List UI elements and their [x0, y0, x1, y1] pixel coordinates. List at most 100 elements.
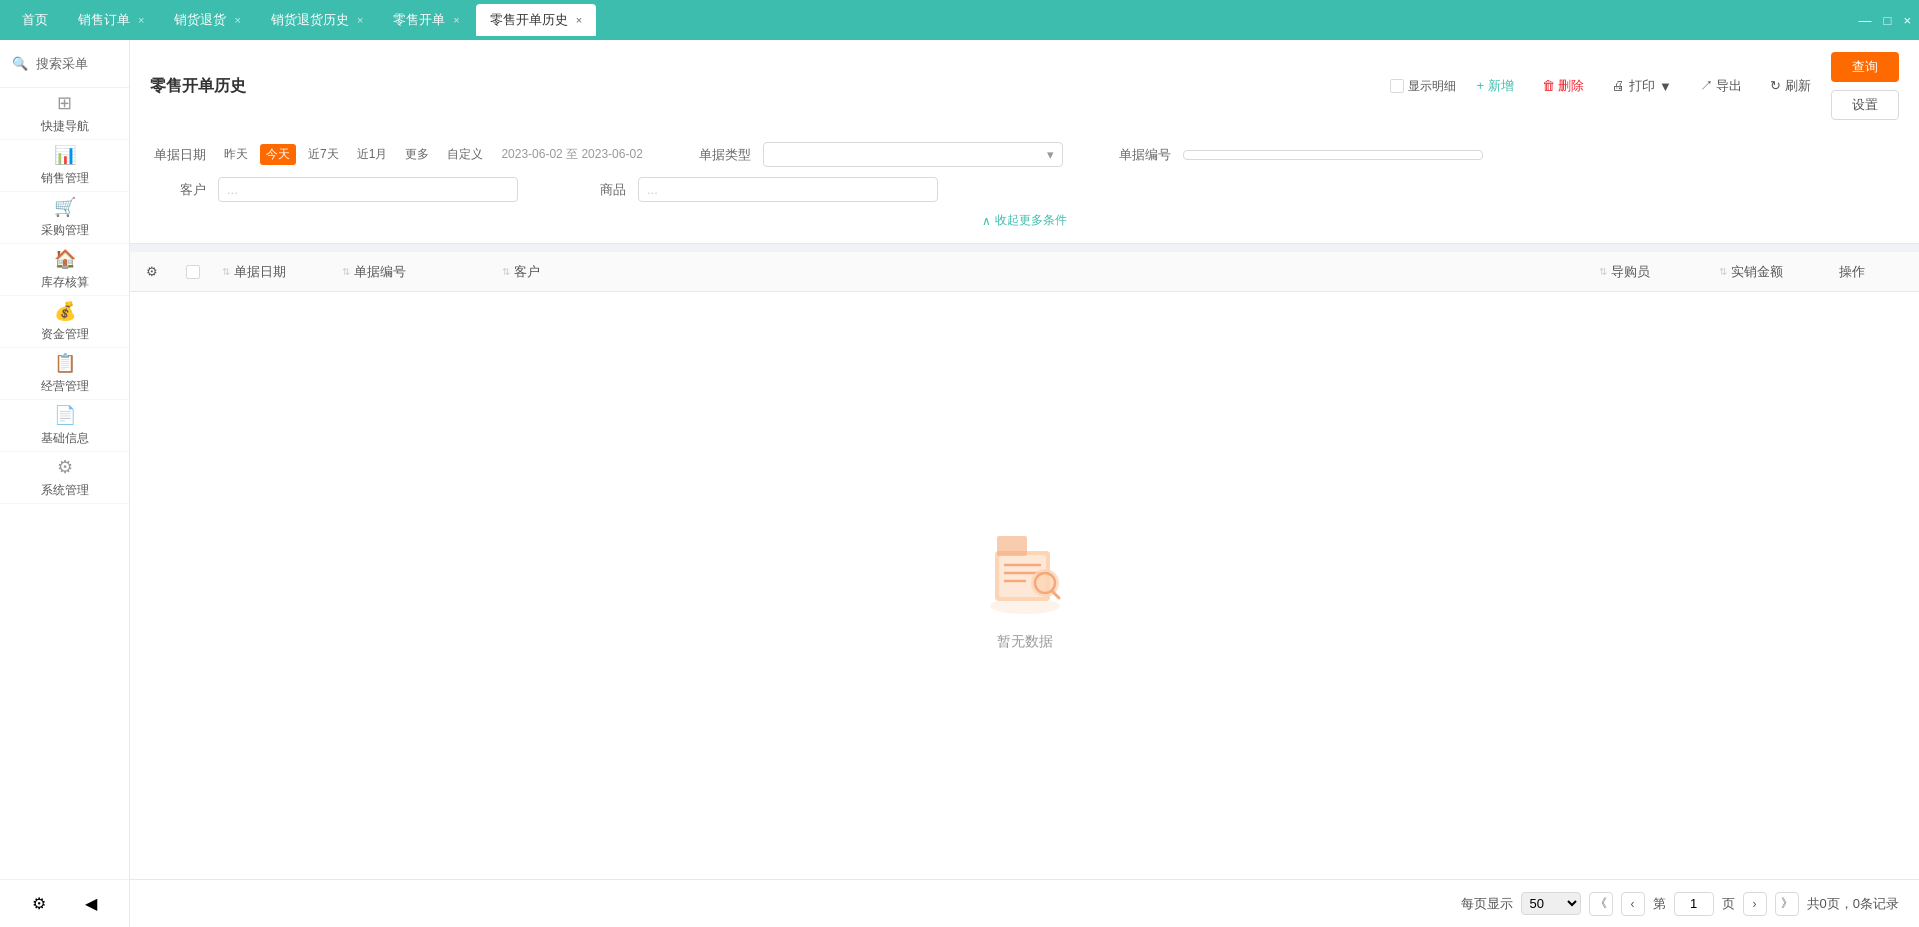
tab-home[interactable]: 首页 [8, 4, 62, 36]
export-button[interactable]: ↗ 导出 [1692, 73, 1751, 99]
top-bar: 首页 销售订单 × 销货退货 × 销货退货历史 × 零售开单 × 零售开单历史 … [0, 0, 1919, 40]
display-detail-checkbox[interactable] [1390, 79, 1404, 93]
col-date-sort-icon[interactable]: ⇅ [222, 266, 230, 277]
settings-button[interactable]: 设置 [1831, 90, 1899, 120]
empty-state: 暂无数据 [130, 292, 1919, 879]
date-btn-custom[interactable]: 自定义 [441, 144, 489, 165]
collapse-arrow-icon: ∧ [982, 214, 991, 228]
minimize-btn[interactable]: — [1859, 13, 1872, 28]
sidebar-search[interactable]: 🔍 搜索采单 [0, 40, 129, 88]
pagination-bar: 每页显示 50 10 20 100 《 ‹ 第 页 › 》 共0页，0条记录 [130, 879, 1919, 927]
sidebar-item-inventory[interactable]: 🏠 库存核算 [0, 244, 129, 296]
select-all-checkbox[interactable] [186, 265, 200, 279]
col-order-no-sort-icon[interactable]: ⇅ [342, 266, 350, 277]
close-tab-retail-open-history[interactable]: × [576, 14, 582, 26]
column-settings-icon[interactable]: ⚙ [146, 264, 158, 279]
close-tab-sales-return[interactable]: × [234, 14, 240, 26]
sidebar-item-label: 库存核算 [41, 274, 89, 291]
date-btn-yesterday[interactable]: 昨天 [218, 144, 254, 165]
date-btn-7days[interactable]: 近7天 [302, 144, 345, 165]
date-range-display: 2023-06-02 至 2023-06-02 [501, 146, 642, 163]
empty-text: 暂无数据 [997, 633, 1053, 651]
sidebar-item-purchase-mgmt[interactable]: 🛒 采购管理 [0, 192, 129, 244]
col-customer: ⇅ 客户 [494, 263, 1591, 281]
page-label: 第 [1653, 895, 1666, 913]
sidebar-item-label: 系统管理 [41, 482, 89, 499]
sidebar-item-sys-mgmt[interactable]: ⚙ 系统管理 [0, 452, 129, 504]
col-ops-label: 操作 [1839, 263, 1865, 281]
maximize-btn[interactable]: □ [1884, 13, 1892, 28]
basic-info-icon: 📄 [54, 404, 76, 426]
svg-rect-9 [997, 536, 1027, 556]
date-btn-more[interactable]: 更多 [399, 144, 435, 165]
col-ops: 操作 [1831, 263, 1911, 281]
per-page-select[interactable]: 50 10 20 100 [1521, 892, 1581, 915]
tab-retail-open-history[interactable]: 零售开单历史 × [476, 4, 596, 36]
sidebar-item-label: 资金管理 [41, 326, 89, 343]
bill-type-label: 单据类型 [695, 146, 751, 164]
tab-bar: 首页 销售订单 × 销货退货 × 销货退货历史 × 零售开单 × 零售开单历史 … [8, 4, 1859, 36]
date-filter-label: 单据日期 [150, 146, 206, 164]
customer-label: 客户 [150, 181, 206, 199]
col-guide-sort-icon[interactable]: ⇅ [1599, 266, 1607, 277]
refresh-button[interactable]: ↻ 刷新 [1762, 73, 1819, 99]
sidebar-bottom: ⚙ ◀ [0, 879, 129, 927]
sidebar-item-quick-nav[interactable]: ⊞ 快捷导航 [0, 88, 129, 140]
finance-icon: 💰 [54, 300, 76, 322]
date-filters: 昨天 今天 近7天 近1月 更多 自定义 2023-06-02 至 2023-0… [218, 144, 643, 165]
page-number-input[interactable] [1674, 892, 1714, 916]
first-page-btn[interactable]: 《 [1589, 892, 1613, 916]
close-tab-sales-order[interactable]: × [138, 14, 144, 26]
sidebar-item-label: 基础信息 [41, 430, 89, 447]
prev-page-btn[interactable]: ‹ [1621, 892, 1645, 916]
sidebar-item-ops-mgmt[interactable]: 📋 经营管理 [0, 348, 129, 400]
date-btn-1month[interactable]: 近1月 [351, 144, 394, 165]
search-icon: 🔍 [12, 56, 28, 71]
window-close-btn[interactable]: × [1903, 13, 1911, 28]
toolbar-buttons: 显示明细 + 新增 🗑 删除 🖨 打印 ▼ ↗ 导出 ↻ 刷新 查询 设置 [1390, 52, 1899, 120]
content-area: 零售开单历史 显示明细 + 新增 🗑 删除 🖨 打印 ▼ ↗ 导出 ↻ 刷新 [130, 40, 1919, 927]
print-button[interactable]: 🖨 打印 ▼ [1604, 73, 1680, 99]
goods-label: 商品 [570, 181, 626, 199]
sidebar-item-label: 快捷导航 [41, 118, 89, 135]
col-guide: ⇅ 导购员 [1591, 263, 1711, 281]
top-bar-right: — □ × [1859, 13, 1911, 28]
settings-icon[interactable]: ⚙ [32, 894, 46, 913]
col-customer-sort-icon[interactable]: ⇅ [502, 266, 510, 277]
empty-state-icon [975, 521, 1075, 621]
date-btn-today[interactable]: 今天 [260, 144, 296, 165]
close-tab-sales-return-history[interactable]: × [357, 14, 363, 26]
delete-button[interactable]: 🗑 删除 [1534, 73, 1593, 99]
tab-sales-return-history[interactable]: 销货退货历史 × [257, 4, 377, 36]
sidebar-item-finance[interactable]: 💰 资金管理 [0, 296, 129, 348]
goods-input[interactable]: ... [638, 177, 938, 202]
last-page-btn[interactable]: 》 [1775, 892, 1799, 916]
print-dropdown-icon[interactable]: ▼ [1659, 79, 1672, 94]
inventory-icon: 🏠 [54, 248, 76, 270]
close-tab-retail-open[interactable]: × [453, 14, 459, 26]
add-button[interactable]: + 新增 [1468, 73, 1521, 99]
sidebar-item-sales-mgmt[interactable]: 📊 销售管理 [0, 140, 129, 192]
total-records: 共0页，0条记录 [1807, 895, 1899, 913]
next-page-btn[interactable]: › [1743, 892, 1767, 916]
tab-sales-return[interactable]: 销货退货 × [160, 4, 254, 36]
sidebar-item-label: 销售管理 [41, 170, 89, 187]
col-settings[interactable]: ⚙ [138, 264, 178, 279]
tab-retail-open[interactable]: 零售开单 × [379, 4, 473, 36]
bill-no-input[interactable] [1183, 150, 1483, 160]
col-amount: ⇅ 实销金额 [1711, 263, 1831, 281]
page-title: 零售开单历史 [150, 76, 246, 97]
bill-type-select[interactable]: ▾ [763, 142, 1063, 167]
collapse-sidebar-icon[interactable]: ◀ [85, 894, 97, 913]
page-title-row: 零售开单历史 显示明细 + 新增 🗑 删除 🖨 打印 ▼ ↗ 导出 ↻ 刷新 [150, 52, 1899, 120]
col-amount-sort-icon[interactable]: ⇅ [1719, 266, 1727, 277]
sidebar-item-basic-info[interactable]: 📄 基础信息 [0, 400, 129, 452]
ops-mgmt-icon: 📋 [54, 352, 76, 374]
query-button[interactable]: 查询 [1831, 52, 1899, 82]
customer-input[interactable]: ... [218, 177, 518, 202]
col-amount-label: 实销金额 [1731, 263, 1783, 281]
main-layout: 🔍 搜索采单 ⊞ 快捷导航 📊 销售管理 🛒 采购管理 🏠 库存核算 💰 资金管… [0, 40, 1919, 927]
collapse-filters-btn[interactable]: ∧ 收起更多条件 [150, 212, 1899, 229]
filter-row-customer: 客户 ... 商品 ... [150, 177, 1899, 202]
tab-sales-order[interactable]: 销售订单 × [64, 4, 158, 36]
